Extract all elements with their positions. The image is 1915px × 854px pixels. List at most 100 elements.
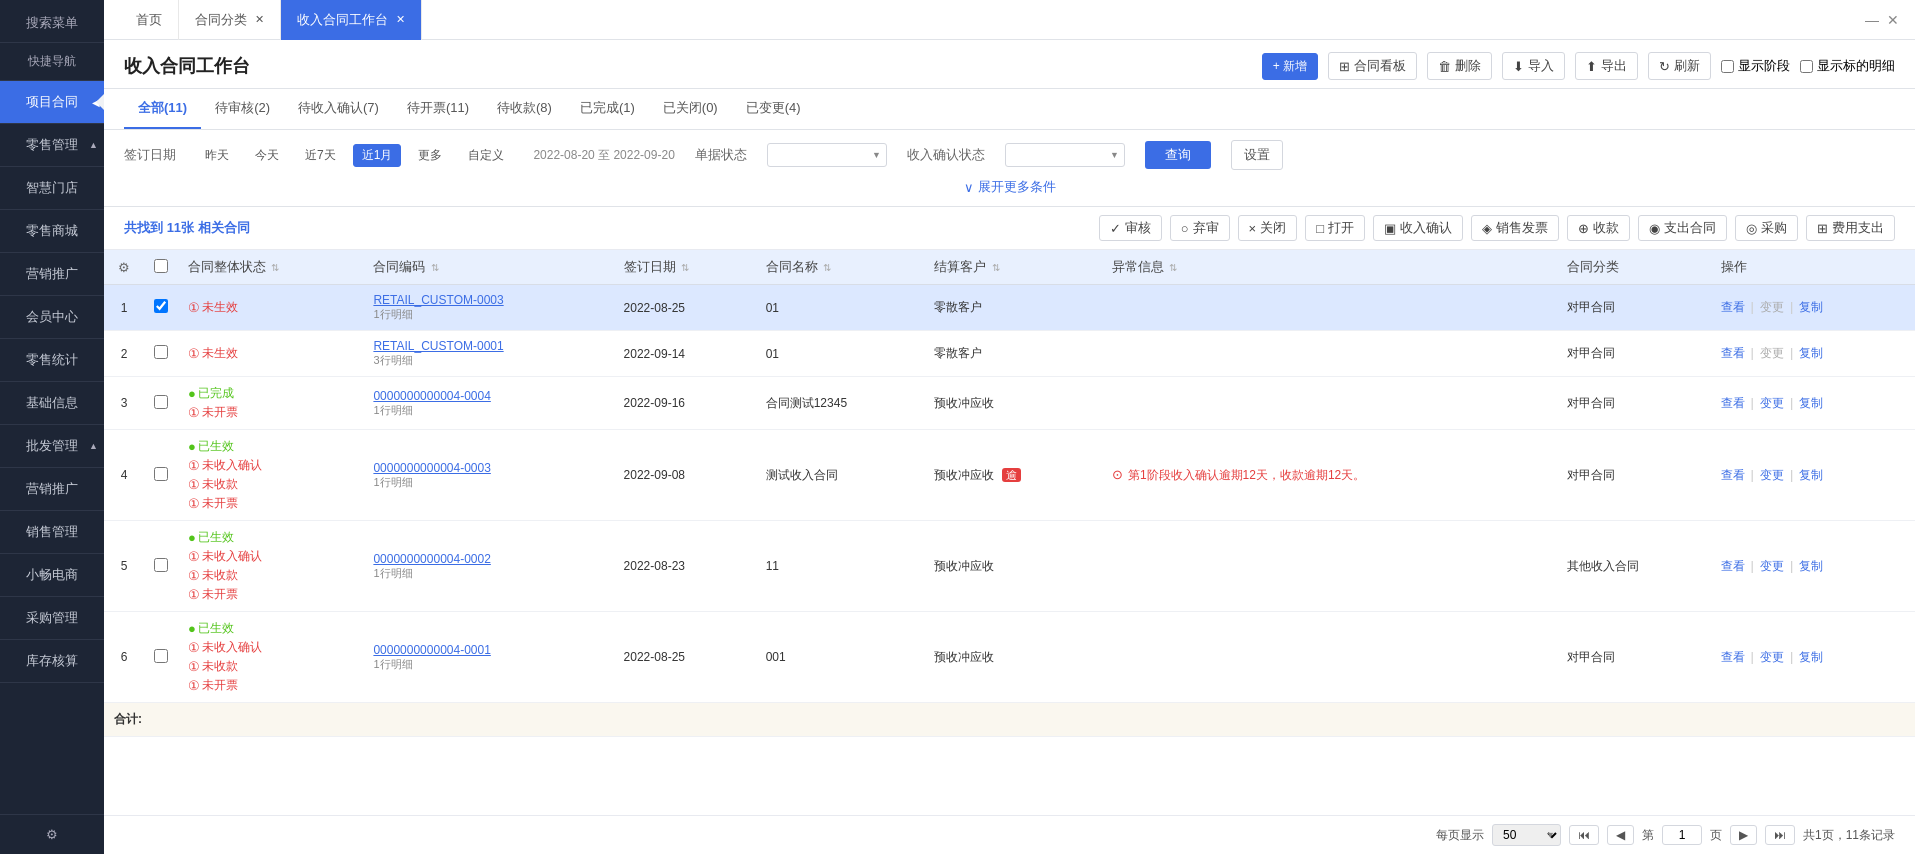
import-button[interactable]: ⬇ 导入 <box>1502 52 1565 80</box>
sidebar-item-retail-stats[interactable]: 零售统计 <box>0 339 104 382</box>
filter-tab-pending-confirm[interactable]: 待收入确认(7) <box>284 89 393 129</box>
filter-tab-completed[interactable]: 已完成(1) <box>566 89 649 129</box>
copy-button[interactable]: 复制 <box>1799 345 1823 362</box>
sidebar-item-smart-store[interactable]: 智慧门店 <box>0 167 104 210</box>
sidebar-item-project-contract[interactable]: 项目合同 ◀ <box>0 81 104 124</box>
change-button[interactable]: 变更 <box>1760 299 1784 316</box>
contract-code-link[interactable]: 0000000000004-0001 <box>373 643 490 657</box>
first-page-button[interactable]: ⏮ <box>1569 825 1599 845</box>
contract-board-button[interactable]: ⊞ 合同看板 <box>1328 52 1417 80</box>
filter-tab-changed[interactable]: 已变更(4) <box>732 89 815 129</box>
sidebar-item-inventory[interactable]: 库存核算 <box>0 640 104 683</box>
sort-icon[interactable]: ⇅ <box>1169 262 1177 273</box>
last-page-button[interactable]: ⏭ <box>1765 825 1795 845</box>
sales-invoice-button[interactable]: ◈ 销售发票 <box>1471 215 1559 241</box>
view-button[interactable]: 查看 <box>1721 558 1745 575</box>
copy-button[interactable]: 复制 <box>1799 649 1823 666</box>
sidebar-item-xiaochang-ecom[interactable]: 小畅电商 <box>0 554 104 597</box>
row-checkbox[interactable] <box>154 395 168 409</box>
collect-button[interactable]: ⊕ 收款 <box>1567 215 1630 241</box>
sort-icon[interactable]: ⇅ <box>823 262 831 273</box>
change-button[interactable]: 变更 <box>1760 467 1784 484</box>
sidebar-quick-nav[interactable]: 快捷导航 <box>0 43 104 81</box>
copy-button[interactable]: 复制 <box>1799 395 1823 412</box>
sidebar-item-retail-manage[interactable]: 零售管理 <box>0 124 104 167</box>
delete-button[interactable]: 🗑 删除 <box>1427 52 1492 80</box>
copy-button[interactable]: 复制 <box>1799 558 1823 575</box>
purchase-button[interactable]: ◎ 采购 <box>1735 215 1798 241</box>
date-btn-today[interactable]: 今天 <box>246 144 288 167</box>
sort-icon[interactable]: ⇅ <box>271 262 279 273</box>
setting-button[interactable]: 设置 <box>1231 140 1283 170</box>
sidebar-item-wholesale-manage[interactable]: 批发管理 <box>0 425 104 468</box>
copy-button[interactable]: 复制 <box>1799 299 1823 316</box>
sidebar-item-marketing[interactable]: 营销推广 <box>0 253 104 296</box>
contract-code-link[interactable]: 0000000000004-0002 <box>373 552 490 566</box>
change-button[interactable]: 变更 <box>1760 649 1784 666</box>
new-button[interactable]: + 新增 <box>1262 53 1318 80</box>
row-checkbox[interactable] <box>154 649 168 663</box>
sidebar-item-retail-mall[interactable]: 零售商城 <box>0 210 104 253</box>
contract-code-link[interactable]: RETAIL_CUSTOM-0001 <box>373 339 503 353</box>
sidebar-item-member-center[interactable]: 会员中心 <box>0 296 104 339</box>
close-window-icon[interactable]: ✕ <box>1887 12 1899 28</box>
row-checkbox[interactable] <box>154 558 168 572</box>
filter-tab-pending-invoice[interactable]: 待开票(11) <box>393 89 483 129</box>
expense-contract-button[interactable]: ◉ 支出合同 <box>1638 215 1727 241</box>
export-button[interactable]: ⬆ 导出 <box>1575 52 1638 80</box>
tab-income-contract[interactable]: 收入合同工作台 ✕ <box>281 0 422 40</box>
sidebar-item-purchase-manage[interactable]: 采购管理 <box>0 597 104 640</box>
view-button[interactable]: 查看 <box>1721 345 1745 362</box>
page-number-input[interactable] <box>1662 825 1702 845</box>
prev-page-button[interactable]: ◀ <box>1607 825 1634 845</box>
income-confirm-button[interactable]: ▣ 收入确认 <box>1373 215 1463 241</box>
per-page-select[interactable]: 50 100 200 <box>1492 824 1561 846</box>
show-stage-checkbox[interactable] <box>1721 60 1734 73</box>
show-stage-checkbox-label[interactable]: 显示阶段 <box>1721 57 1790 75</box>
sidebar-settings[interactable]: ⚙ <box>0 814 104 854</box>
date-btn-yesterday[interactable]: 昨天 <box>196 144 238 167</box>
close-icon[interactable]: ✕ <box>396 13 405 26</box>
date-btn-1month[interactable]: 近1月 <box>353 144 402 167</box>
contract-code-link[interactable]: 0000000000004-0003 <box>373 461 490 475</box>
contract-code-link[interactable]: RETAIL_CUSTOM-0003 <box>373 293 503 307</box>
confirm-select[interactable] <box>1005 143 1125 167</box>
tab-contract-category[interactable]: 合同分类 ✕ <box>179 0 281 40</box>
filter-tab-all[interactable]: 全部(11) <box>124 89 201 129</box>
view-button[interactable]: 查看 <box>1721 649 1745 666</box>
next-page-button[interactable]: ▶ <box>1730 825 1757 845</box>
open-contract-button[interactable]: □ 打开 <box>1305 215 1365 241</box>
sidebar-search[interactable]: 搜索菜单 <box>0 0 104 43</box>
expense-output-button[interactable]: ⊞ 费用支出 <box>1806 215 1895 241</box>
view-button[interactable]: 查看 <box>1721 299 1745 316</box>
filter-tab-closed[interactable]: 已关闭(0) <box>649 89 732 129</box>
change-button[interactable]: 变更 <box>1760 558 1784 575</box>
copy-button[interactable]: 复制 <box>1799 467 1823 484</box>
close-icon[interactable]: ✕ <box>255 13 264 26</box>
column-setting-icon[interactable]: ⚙ <box>118 260 130 275</box>
show-flag-checkbox-label[interactable]: 显示标的明细 <box>1800 57 1895 75</box>
abandon-audit-button[interactable]: ○ 弃审 <box>1170 215 1230 241</box>
view-button[interactable]: 查看 <box>1721 395 1745 412</box>
change-button[interactable]: 变更 <box>1760 395 1784 412</box>
change-button[interactable]: 变更 <box>1760 345 1784 362</box>
expand-more-button[interactable]: ∨ 展开更多条件 <box>964 178 1056 196</box>
date-btn-more[interactable]: 更多 <box>409 144 451 167</box>
date-btn-custom[interactable]: 自定义 <box>459 144 513 167</box>
tab-home[interactable]: 首页 <box>120 0 179 40</box>
row-checkbox[interactable] <box>154 467 168 481</box>
sort-icon[interactable]: ⇅ <box>431 262 439 273</box>
minimize-icon[interactable]: — <box>1865 12 1879 28</box>
refresh-button[interactable]: ↻ 刷新 <box>1648 52 1711 80</box>
view-button[interactable]: 查看 <box>1721 467 1745 484</box>
sidebar-item-sales-manage[interactable]: 销售管理 <box>0 511 104 554</box>
row-checkbox[interactable] <box>154 299 168 313</box>
filter-tab-pending-review[interactable]: 待审核(2) <box>201 89 284 129</box>
audit-button[interactable]: ✓ 审核 <box>1099 215 1162 241</box>
show-flag-checkbox[interactable] <box>1800 60 1813 73</box>
date-btn-7days[interactable]: 近7天 <box>296 144 345 167</box>
sort-icon[interactable]: ⇅ <box>992 262 1000 273</box>
row-checkbox[interactable] <box>154 345 168 359</box>
select-all-checkbox[interactable] <box>154 259 168 273</box>
sidebar-item-basic-info[interactable]: 基础信息 <box>0 382 104 425</box>
